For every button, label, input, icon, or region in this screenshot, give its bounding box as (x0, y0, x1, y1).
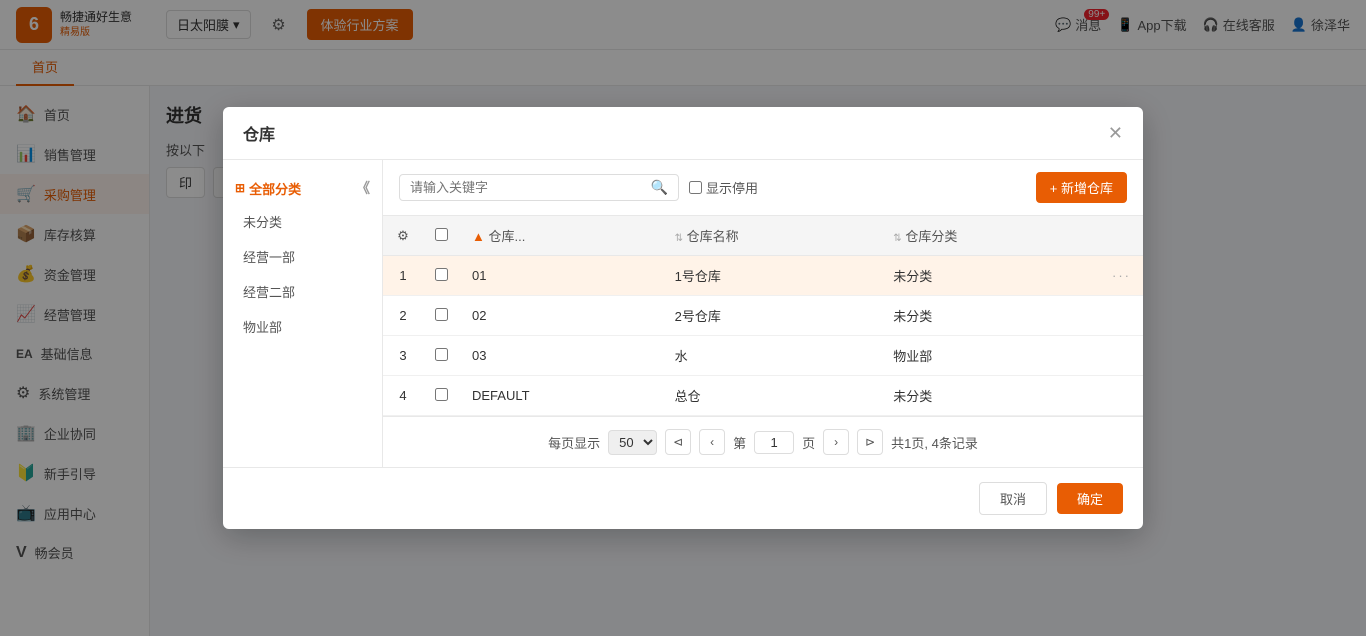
right-panel: 🔍 显示停用 + 新增仓库 ⚙ (383, 160, 1143, 467)
collapse-icon[interactable]: 《 (356, 178, 370, 198)
col-code-label: 仓库... (489, 229, 526, 244)
modal-body: ⊞ 全部分类 《 未分类 经营一部 经营二部 物业部 🔍 (223, 160, 1143, 467)
row2-code: 02 (460, 296, 663, 336)
row2-name: 2号仓库 (663, 296, 882, 336)
per-page-label: 每页显示 (548, 433, 600, 452)
pagination-bar: 每页显示 50 ⊲ ‹ 第 页 › ⊳ 共1页, 4条记录 (383, 416, 1143, 467)
category-all-label: 全部分类 (249, 179, 301, 198)
per-page-select[interactable]: 50 (608, 430, 657, 455)
table-row[interactable]: 1 01 1号仓库 未分类 ··· (383, 256, 1143, 296)
modal-title: 仓库 (243, 121, 275, 145)
grid-icon: ⊞ (235, 181, 245, 195)
show-disabled-checkbox[interactable] (689, 181, 702, 194)
category-item-2[interactable]: 经营二部 (223, 274, 382, 309)
show-disabled-label[interactable]: 显示停用 (689, 178, 758, 197)
search-box: 🔍 (399, 174, 679, 201)
new-warehouse-button[interactable]: + 新增仓库 (1036, 172, 1127, 203)
row4-checkbox[interactable] (435, 388, 448, 401)
warehouse-table: ⚙ ▲ 仓库... ⇅ (383, 216, 1143, 416)
modal-footer: 取消 确定 (223, 467, 1143, 529)
row1-actions: ··· (1100, 256, 1143, 296)
row2-category: 未分类 (881, 296, 1100, 336)
row2-num: 2 (383, 296, 423, 336)
col-name-label: 仓库名称 (687, 229, 739, 244)
search-icon[interactable]: 🔍 (651, 179, 668, 196)
table-row[interactable]: 4 DEFAULT 总仓 未分类 (383, 376, 1143, 416)
row3-checkbox-cell (423, 336, 460, 376)
header-checkbox[interactable] (435, 228, 448, 241)
category-item-0[interactable]: 未分类 (223, 204, 382, 239)
row4-actions (1100, 376, 1143, 416)
row2-actions (1100, 296, 1143, 336)
sort-icon-name: ⇅ (675, 233, 683, 244)
row4-checkbox-cell (423, 376, 460, 416)
row3-code: 03 (460, 336, 663, 376)
row1-name: 1号仓库 (663, 256, 882, 296)
row3-name: 水 (663, 336, 882, 376)
row2-checkbox-cell (423, 296, 460, 336)
page-label: 第 (733, 433, 746, 452)
row3-checkbox[interactable] (435, 348, 448, 361)
modal-overlay: 仓库 ✕ ⊞ 全部分类 《 未分类 经营一部 经营二部 物业部 (0, 0, 1366, 636)
row1-category: 未分类 (881, 256, 1100, 296)
table-row[interactable]: 2 02 2号仓库 未分类 (383, 296, 1143, 336)
page-unit: 页 (802, 433, 815, 452)
row1-gear: 1 (383, 256, 423, 296)
table-header-row: ⚙ ▲ 仓库... ⇅ (383, 216, 1143, 256)
next-page-button[interactable]: › (823, 429, 849, 455)
first-page-button[interactable]: ⊲ (665, 429, 691, 455)
row1-checkbox-cell (423, 256, 460, 296)
warehouse-modal: 仓库 ✕ ⊞ 全部分类 《 未分类 经营一部 经营二部 物业部 (223, 107, 1143, 529)
table-container: ⚙ ▲ 仓库... ⇅ (383, 216, 1143, 416)
last-page-button[interactable]: ⊳ (857, 429, 883, 455)
row1-more-icon[interactable]: ··· (1112, 268, 1131, 283)
row4-code: DEFAULT (460, 376, 663, 416)
row3-category: 物业部 (881, 336, 1100, 376)
row3-num: 3 (383, 336, 423, 376)
show-disabled-text: 显示停用 (706, 178, 758, 197)
table-row[interactable]: 3 03 水 物业部 (383, 336, 1143, 376)
row4-num: 4 (383, 376, 423, 416)
col-category-label: 仓库分类 (905, 229, 957, 244)
prev-page-button[interactable]: ‹ (699, 429, 725, 455)
category-item-1[interactable]: 经营一部 (223, 239, 382, 274)
row3-actions (1100, 336, 1143, 376)
category-panel: ⊞ 全部分类 《 未分类 经营一部 经营二部 物业部 (223, 160, 383, 467)
col-gear: ⚙ (383, 216, 423, 256)
modal-close-button[interactable]: ✕ (1108, 123, 1123, 144)
col-name: ⇅ 仓库名称 (663, 216, 882, 256)
row1-num: 1 (399, 268, 406, 283)
row1-checkbox[interactable] (435, 268, 448, 281)
sort-up-icon: ▲ (472, 229, 485, 244)
category-header: ⊞ 全部分类 《 (223, 172, 382, 204)
row4-name: 总仓 (663, 376, 882, 416)
row2-checkbox[interactable] (435, 308, 448, 321)
search-input[interactable] (410, 180, 645, 195)
header-gear-icon: ⚙ (397, 228, 409, 243)
sort-icon-cat: ⇅ (893, 233, 901, 244)
col-category: ⇅ 仓库分类 (881, 216, 1100, 256)
col-actions (1100, 216, 1143, 256)
right-toolbar: 🔍 显示停用 + 新增仓库 (383, 160, 1143, 216)
col-checkbox (423, 216, 460, 256)
col-code: ▲ 仓库... (460, 216, 663, 256)
total-label: 共1页, 4条记录 (891, 433, 978, 452)
page-input[interactable] (754, 431, 794, 454)
modal-header: 仓库 ✕ (223, 107, 1143, 160)
row4-category: 未分类 (881, 376, 1100, 416)
confirm-button[interactable]: 确定 (1057, 483, 1123, 514)
row1-code: 01 (460, 256, 663, 296)
category-item-3[interactable]: 物业部 (223, 309, 382, 344)
cancel-button[interactable]: 取消 (979, 482, 1047, 515)
